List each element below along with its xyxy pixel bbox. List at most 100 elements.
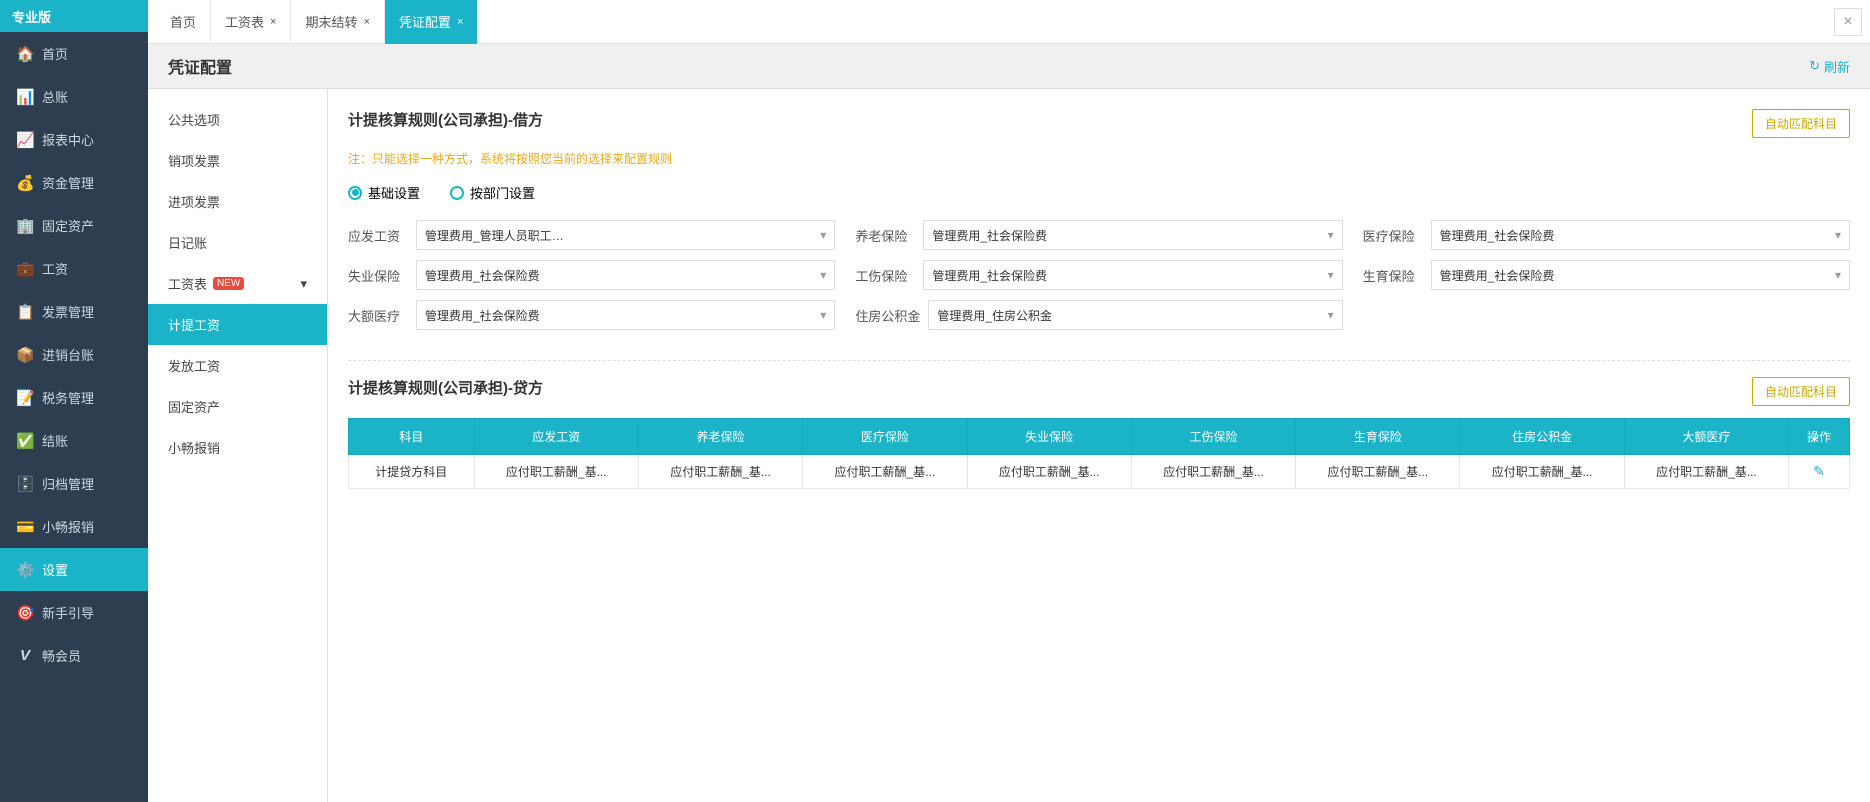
sidebar-item-member[interactable]: V 畅会员 — [0, 634, 148, 677]
left-nav-purchase-invoice[interactable]: 进项发票 — [148, 181, 327, 222]
select-medical[interactable]: 管理费用_社会保险费 ▾ — [1431, 220, 1850, 250]
sidebar-item-archive[interactable]: 🗄️ 归档管理 — [0, 462, 148, 505]
sidebar-item-salary[interactable]: 💼 工资 — [0, 247, 148, 290]
sidebar-label-purchase: 进销台账 — [42, 345, 94, 364]
left-nav-fixed-assets[interactable]: 固定资产 — [148, 386, 327, 427]
th-pension: 养老保险 — [638, 419, 802, 455]
sidebar-label-tax: 税务管理 — [42, 388, 94, 407]
debit-section-note: 注：只能选择一种方式，系统将按照您当前的选择来配置规则 — [348, 150, 1850, 167]
main-area: 首页 工资表 × 期末结转 × 凭证配置 × × 凭证配置 ↻ 刷新 公共选项 — [148, 0, 1870, 802]
left-nav-calc-salary[interactable]: 计提工资 — [148, 304, 327, 345]
tab-period-close[interactable]: × — [363, 16, 369, 28]
th-unemployment: 失业保险 — [967, 419, 1131, 455]
chevron-unemployment: ▾ — [820, 268, 826, 282]
sidebar-item-purchase[interactable]: 📦 进销台账 — [0, 333, 148, 376]
home-icon: 🏠 — [16, 45, 34, 63]
section-divider — [348, 360, 1850, 361]
sidebar-item-invoice[interactable]: 📋 发票管理 — [0, 290, 148, 333]
tab-voucher-close[interactable]: × — [457, 16, 463, 28]
th-medical: 医疗保险 — [803, 419, 967, 455]
tab-period[interactable]: 期末结转 × — [291, 0, 384, 44]
debit-section: 计提核算规则(公司承担)-借方 自动匹配科目 注：只能选择一种方式，系统将按照您… — [348, 109, 1850, 330]
debit-section-title: 计提核算规则(公司承担)-借方 — [348, 109, 543, 130]
field-medical: 医疗保险 管理费用_社会保险费 ▾ — [1363, 220, 1850, 250]
reports-icon: 📈 — [16, 131, 34, 149]
credit-section: 计提核算规则(公司承担)-贷方 自动匹配科目 科目 应发工资 养老保险 医疗保险… — [348, 377, 1850, 489]
new-badge: NEW — [213, 277, 244, 290]
member-icon: V — [16, 647, 34, 664]
td-edit[interactable]: ✎ — [1789, 455, 1850, 489]
assets-icon: 🏢 — [16, 217, 34, 235]
tab-home[interactable]: 首页 — [156, 0, 211, 44]
left-nav-journal[interactable]: 日记账 — [148, 222, 327, 263]
sidebar-item-settle[interactable]: ✅ 结账 — [0, 419, 148, 462]
credit-auto-match-button[interactable]: 自动匹配科目 — [1752, 377, 1850, 406]
left-nav-pay-salary[interactable]: 发放工资 — [148, 345, 327, 386]
xiaochang-icon: 💳 — [16, 518, 34, 536]
debit-fields-row3: 大额医疗 管理费用_社会保险费 ▾ 住房公积金 管理费用_住房公积金 ▾ — [348, 300, 1850, 330]
radio-basic[interactable]: 基础设置 — [348, 183, 420, 202]
sidebar-label-xiaochang: 小畅报销 — [42, 517, 94, 536]
label-pension: 养老保险 — [855, 226, 915, 245]
field-pension: 养老保险 管理费用_社会保险费 ▾ — [855, 220, 1342, 250]
field-salary: 应发工资 管理费用_管理人员职工薪酬 ▾ — [348, 220, 835, 250]
tabs-right: × — [1834, 8, 1862, 36]
select-maternity[interactable]: 管理费用_社会保险费 ▾ — [1431, 260, 1850, 290]
credit-section-title: 计提核算规则(公司承担)-贷方 — [348, 377, 543, 398]
select-housing-fund[interactable]: 管理费用_住房公积金 ▾ — [928, 300, 1342, 330]
debit-auto-match-button[interactable]: 自动匹配科目 — [1752, 109, 1850, 138]
tab-payroll[interactable]: 工资表 × — [211, 0, 291, 44]
th-salary: 应发工资 — [474, 419, 638, 455]
chevron-pension: ▾ — [1328, 228, 1334, 242]
chevron-housing-fund: ▾ — [1328, 308, 1334, 322]
sidebar-item-assets[interactable]: 🏢 固定资产 — [0, 204, 148, 247]
left-nav-public[interactable]: 公共选项 — [148, 99, 327, 140]
select-pension[interactable]: 管理费用_社会保险费 ▾ — [923, 220, 1342, 250]
debit-fields-row1: 应发工资 管理费用_管理人员职工薪酬 ▾ 养老保险 管理费用_社会保险费 ▾ — [348, 220, 1850, 250]
sidebar-label-guide: 新手引导 — [42, 603, 94, 622]
th-housing-fund: 住房公积金 — [1460, 419, 1624, 455]
sidebar: 专业版 🏠 首页 📊 总账 📈 报表中心 💰 资金管理 🏢 固定资产 💼 工资 … — [0, 0, 148, 802]
sidebar-item-finance[interactable]: 💰 资金管理 — [0, 161, 148, 204]
sidebar-item-home[interactable]: 🏠 首页 — [0, 32, 148, 75]
sidebar-item-guide[interactable]: 🎯 新手引导 — [0, 591, 148, 634]
tab-payroll-close[interactable]: × — [270, 16, 276, 28]
archive-icon: 🗄️ — [16, 475, 34, 493]
sidebar-item-xiaochang[interactable]: 💳 小畅报销 — [0, 505, 148, 548]
left-nav-payroll-table[interactable]: 工资表 NEW ▾ — [148, 263, 327, 304]
radio-basic-circle — [348, 186, 362, 200]
left-nav-petty-cash[interactable]: 小畅报销 — [148, 427, 327, 468]
tab-voucher[interactable]: 凭证配置 × — [385, 0, 478, 44]
select-unemployment[interactable]: 管理费用_社会保险费 ▾ — [416, 260, 835, 290]
td-major-medical: 应付职工薪酬_基... — [1624, 455, 1788, 489]
expand-icon: ▾ — [300, 276, 307, 292]
refresh-button[interactable]: ↻ 刷新 — [1809, 57, 1850, 76]
select-work-injury[interactable]: 管理费用_社会保险费 ▾ — [923, 260, 1342, 290]
window-close-button[interactable]: × — [1834, 8, 1862, 36]
select-major-medical[interactable]: 管理费用_社会保险费 ▾ — [416, 300, 835, 330]
sidebar-item-settings[interactable]: ⚙️ 设置 — [0, 548, 148, 591]
ledger-icon: 📊 — [16, 88, 34, 106]
left-nav-sales-invoice[interactable]: 销项发票 — [148, 140, 327, 181]
debit-fields-row2: 失业保险 管理费用_社会保险费 ▾ 工伤保险 管理费用_社会保险费 ▾ — [348, 260, 1850, 290]
td-unemployment: 应付职工薪酬_基... — [967, 455, 1131, 489]
guide-icon: 🎯 — [16, 604, 34, 622]
refresh-label: 刷新 — [1824, 57, 1850, 76]
sidebar-label-finance: 资金管理 — [42, 173, 94, 192]
edit-icon[interactable]: ✎ — [1813, 463, 1825, 479]
debit-section-header: 计提核算规则(公司承担)-借方 自动匹配科目 — [348, 109, 1850, 138]
th-operation: 操作 — [1789, 419, 1850, 455]
sidebar-item-reports[interactable]: 📈 报表中心 — [0, 118, 148, 161]
sidebar-item-ledger[interactable]: 📊 总账 — [0, 75, 148, 118]
purchase-icon: 📦 — [16, 346, 34, 364]
th-maternity: 生育保险 — [1296, 419, 1460, 455]
settle-icon: ✅ — [16, 432, 34, 450]
chevron-work-injury: ▾ — [1328, 268, 1334, 282]
invoice-icon: 📋 — [16, 303, 34, 321]
sidebar-label-member: 畅会员 — [42, 646, 81, 665]
radio-dept[interactable]: 按部门设置 — [450, 183, 535, 202]
label-medical: 医疗保险 — [1363, 226, 1423, 245]
credit-section-header: 计提核算规则(公司承担)-贷方 自动匹配科目 — [348, 377, 1850, 406]
select-salary[interactable]: 管理费用_管理人员职工薪酬 ▾ — [416, 220, 835, 250]
sidebar-item-tax[interactable]: 📝 税务管理 — [0, 376, 148, 419]
